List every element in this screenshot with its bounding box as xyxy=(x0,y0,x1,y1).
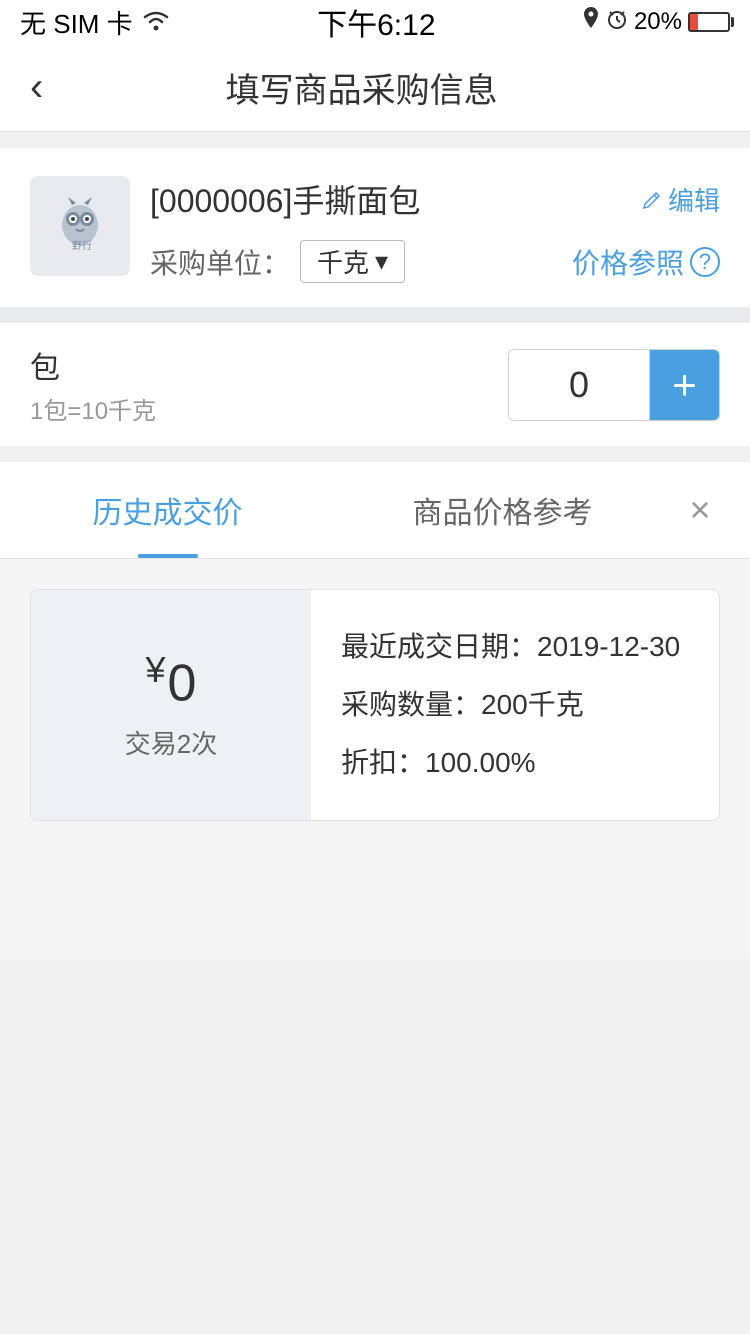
wifi-icon xyxy=(141,7,171,38)
status-time: 下午6:12 xyxy=(317,0,435,44)
history-card: ¥0 交易2次 最近成交日期：2019-12-30 采购数量：200千克 折扣：… xyxy=(30,589,720,821)
dropdown-icon: ▾ xyxy=(375,246,388,277)
battery-icon xyxy=(688,12,730,32)
recent-date-row: 最近成交日期：2019-12-30 xyxy=(341,626,689,668)
history-price-value: ¥0 xyxy=(146,649,197,713)
discount-row: 折扣：100.00% xyxy=(341,742,689,784)
status-bar: 无 SIM 卡 下午6:12 20% xyxy=(0,0,750,44)
status-right: 20% xyxy=(582,7,730,38)
tabs-container: 历史成交价 商品价格参考 × xyxy=(0,462,750,559)
page-title: 填写商品采购信息 xyxy=(63,63,660,112)
quantity-sub-label: 1包=10千克 xyxy=(30,391,156,426)
status-left: 无 SIM 卡 xyxy=(20,4,171,41)
currency-symbol: ¥ xyxy=(146,649,166,690)
product-image: 野行 xyxy=(30,176,130,276)
quantity-control: + xyxy=(508,349,720,421)
back-button[interactable]: ‹ xyxy=(30,65,63,110)
quantity-row: 包 1包=10千克 + xyxy=(0,323,750,446)
tab-history-price[interactable]: 历史成交价 xyxy=(0,462,335,558)
purchase-quantity-row: 采购数量：200千克 xyxy=(341,684,689,726)
history-price-section: ¥0 交易2次 xyxy=(31,590,311,820)
section-divider xyxy=(0,307,750,323)
battery-percent: 20% xyxy=(634,8,682,36)
alarm-icon xyxy=(606,8,628,37)
svg-text:野行: 野行 xyxy=(72,239,92,251)
help-icon[interactable]: ? xyxy=(690,247,720,277)
product-info: [0000006]手撕面包 编辑 采购单位： 千克 ▾ 价格参照 ? xyxy=(150,176,720,283)
price-ref-button[interactable]: 价格参照 ? xyxy=(572,242,720,282)
product-card: 野行 [0000006]手撕面包 编辑 采购单位： 千克 ▾ xyxy=(0,148,750,307)
quantity-plus-button[interactable]: + xyxy=(649,350,719,420)
tabs-close-button[interactable]: × xyxy=(670,489,750,531)
history-details-section: 最近成交日期：2019-12-30 采购数量：200千克 折扣：100.00% xyxy=(311,590,719,820)
unit-label: 采购单位： xyxy=(150,242,290,282)
product-thumbnail-icon: 野行 xyxy=(50,191,110,262)
product-name: [0000006]手撕面包 xyxy=(150,176,420,222)
quantity-input[interactable] xyxy=(509,350,649,420)
unit-selector[interactable]: 采购单位： 千克 ▾ xyxy=(150,240,405,283)
content-area: ¥0 交易2次 最近成交日期：2019-12-30 采购数量：200千克 折扣：… xyxy=(0,559,750,959)
quantity-unit-label: 包 xyxy=(30,343,156,387)
history-trade-count: 交易2次 xyxy=(125,724,217,761)
carrier-text: 无 SIM 卡 xyxy=(20,4,133,41)
location-icon xyxy=(582,7,600,38)
unit-badge[interactable]: 千克 ▾ xyxy=(300,240,405,283)
tab-price-ref[interactable]: 商品价格参考 xyxy=(335,462,670,558)
edit-button[interactable]: 编辑 xyxy=(642,181,720,218)
tab-indicator xyxy=(138,554,198,558)
nav-bar: ‹ 填写商品采购信息 xyxy=(0,44,750,132)
